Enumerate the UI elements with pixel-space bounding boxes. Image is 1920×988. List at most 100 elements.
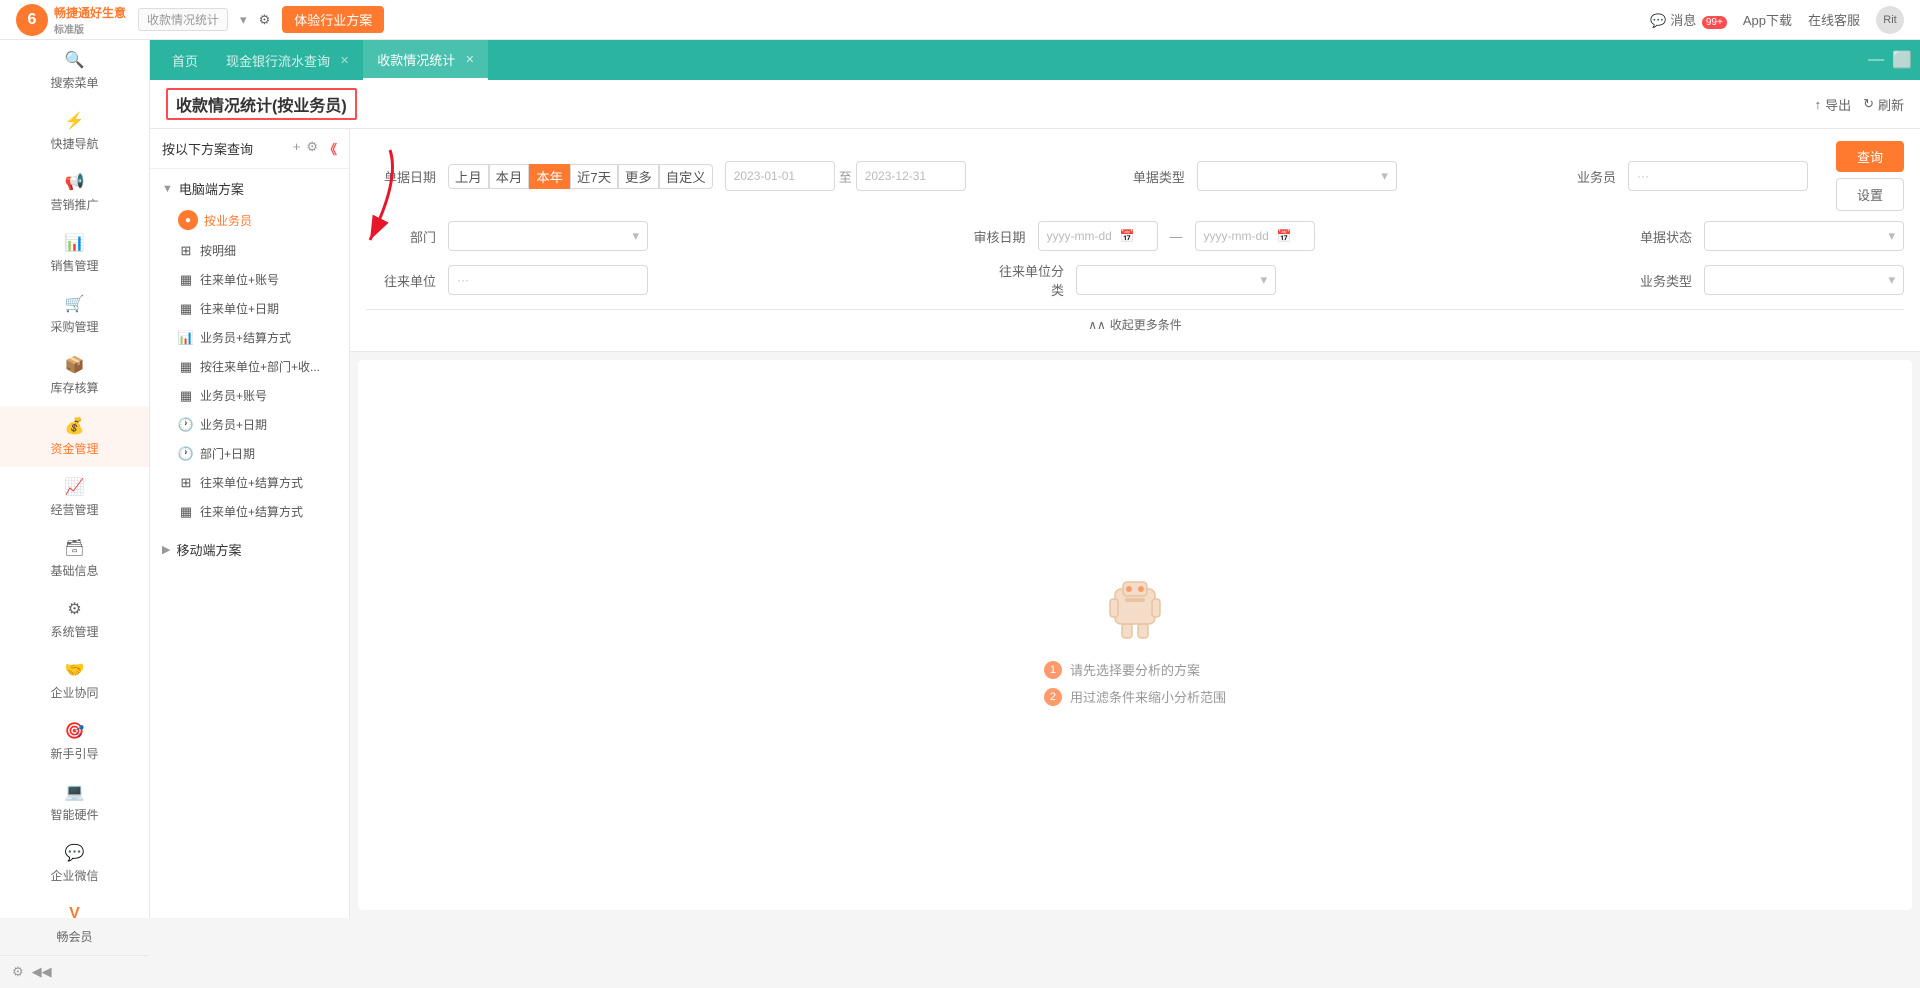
refresh-label: 刷新 [1878, 95, 1904, 114]
scheme-item-salesperson-settlement[interactable]: 📊 业务员+结算方式 [150, 323, 349, 352]
sidebar-label-enterprise: 企业协同 [50, 684, 98, 701]
sidebar-item-operations[interactable]: 📈 经营管理 [0, 467, 149, 528]
gear-icon[interactable]: ⚙ [259, 12, 271, 28]
btn-7days[interactable]: 近7天 [570, 164, 618, 189]
sidebar-item-enterprise[interactable]: 🤝 企业协同 [0, 650, 149, 711]
scheme-item-partner-settlement2[interactable]: ▦ 往来单位+结算方式 [150, 497, 349, 526]
scheme-item-dept-date[interactable]: 🕐 部门+日期 [150, 439, 349, 468]
sidebar-item-hardware[interactable]: 💻 智能硬件 [0, 772, 149, 833]
btn-this-month[interactable]: 本月 [489, 164, 530, 189]
scheme-group-desktop: ▼ 电脑端方案 ● 按业务员 ⊞ 按明细 ▦ 往来单位+账号 [150, 169, 349, 530]
trial-button[interactable]: 体验行业方案 [282, 6, 384, 33]
right-panel: 单据日期 上月 本月 本年 近7天 更多 自定义 2023-01-01 [350, 129, 1920, 918]
query-button[interactable]: 查询 [1836, 141, 1904, 172]
btn-custom[interactable]: 自定义 [659, 164, 713, 189]
empty-tips: 1 请先选择要分析的方案 2 用过滤条件来缩小分析范围 [1044, 660, 1226, 706]
partner-label: 往来单位 [366, 271, 436, 290]
date-from-input[interactable]: 2023-01-01 [725, 161, 835, 191]
btn-last-month[interactable]: 上月 [448, 164, 489, 189]
scheme-group-desktop-title[interactable]: ▼ 电脑端方案 [150, 173, 349, 204]
btn-this-year[interactable]: 本年 [529, 164, 570, 189]
scheme-item-salesperson-date[interactable]: 🕐 业务员+日期 [150, 410, 349, 439]
operations-icon: 📈 [65, 477, 85, 497]
date-to-input[interactable]: 2023-12-31 [856, 161, 966, 191]
app-version: 标准版 [54, 21, 126, 36]
table-icon-1: ▦ [178, 272, 194, 288]
page-title: 收款情况统计(按业务员) [166, 88, 357, 120]
hardware-icon: 💻 [65, 782, 85, 802]
sidebar-label-guide: 新手引导 [50, 745, 98, 762]
scheme-item-by-salesperson[interactable]: ● 按业务员 [150, 204, 349, 236]
scheme-item-partner-date[interactable]: ▦ 往来单位+日期 [150, 294, 349, 323]
tab-home[interactable]: 首页 [158, 40, 212, 80]
audit-date-from[interactable]: yyyy-mm-dd 📅 [1038, 221, 1158, 251]
table-icon-4: ▦ [178, 388, 194, 404]
collapse-panel-icon[interactable]: 《 [324, 139, 337, 158]
tab-bank[interactable]: 现金银行流水查询 ✕ [212, 40, 363, 80]
partner-select[interactable]: ··· [448, 265, 648, 295]
tab-collection-label: 收款情况统计 [377, 50, 455, 69]
business-type-select[interactable]: ▾ [1704, 265, 1904, 295]
scheme-group-mobile-title[interactable]: ▶ 移动端方案 [150, 534, 349, 565]
audit-date-to[interactable]: yyyy-mm-dd 📅 [1195, 221, 1315, 251]
calendar-icon-right: 📅 [1277, 229, 1292, 243]
scheme-label-salesperson-date: 业务员+日期 [200, 416, 267, 433]
table-icon-2: ▦ [178, 301, 194, 317]
sidebar-item-inventory[interactable]: 📦 库存核算 [0, 345, 149, 406]
sidebar-item-guide[interactable]: 🎯 新手引导 [0, 711, 149, 772]
scheme-item-salesperson-account[interactable]: ▦ 业务员+账号 [150, 381, 349, 410]
collapse-label: 收起更多条件 [1110, 316, 1182, 333]
dept-select[interactable]: ▾ [448, 221, 648, 251]
sidebar-item-finance[interactable]: 💰 资金管理 [0, 406, 149, 467]
app-download-link[interactable]: App下载 [1743, 10, 1792, 29]
main-layout: 🔍 搜索菜单 ⚡ 快捷导航 📢 营销推广 📊 销售管理 🛒 采购管理 📦 库存核… [0, 40, 1920, 918]
settings-bottom-icon[interactable]: ⚙ [12, 964, 24, 980]
sidebar-label-operations: 经营管理 [50, 501, 98, 518]
table-icon-5: ▦ [178, 504, 194, 520]
btn-more[interactable]: 更多 [618, 164, 659, 189]
sidebar-item-wechat[interactable]: 💬 企业微信 [0, 833, 149, 894]
collapse-filter-button[interactable]: ∧∧ 收起更多条件 [366, 309, 1904, 339]
scheme-item-partner-account[interactable]: ▦ 往来单位+账号 [150, 265, 349, 294]
settings-scheme-icon[interactable]: ⚙ [306, 139, 318, 158]
tab-collection-close[interactable]: ✕ [465, 53, 474, 66]
export-button[interactable]: ↑ 导出 [1815, 95, 1852, 114]
salesperson-label: 业务员 [1546, 167, 1616, 186]
collapse-sidebar-icon[interactable]: ◀◀ [32, 964, 52, 980]
voucher-type-label: 单据类型 [1115, 167, 1185, 186]
sidebar-item-quicknav[interactable]: ⚡ 快捷导航 [0, 101, 149, 162]
scheme-item-partner-dept[interactable]: ▦ 按往来单位+部门+收... [150, 352, 349, 381]
message-icon[interactable]: 💬 消息 99+ [1650, 10, 1726, 29]
sidebar-item-marketing[interactable]: 📢 营销推广 [0, 162, 149, 223]
minimize-icon[interactable]: — [1868, 51, 1884, 69]
refresh-button[interactable]: ↻ 刷新 [1863, 95, 1904, 114]
scheme-label-by-salesperson: 按业务员 [204, 212, 252, 229]
dropdown-icon[interactable]: ▾ [240, 12, 247, 28]
salesperson-select[interactable]: ··· [1628, 161, 1808, 191]
filter-panel-icons: + ⚙ 《 [293, 139, 337, 158]
add-scheme-icon[interactable]: + [293, 139, 301, 158]
partner-category-select[interactable]: ▾ [1076, 265, 1276, 295]
scheme-item-partner-settlement1[interactable]: ⊞ 往来单位+结算方式 [150, 468, 349, 497]
online-service-link[interactable]: 在线客服 [1808, 10, 1860, 29]
guide-icon: 🎯 [65, 721, 85, 741]
scheme-item-by-detail[interactable]: ⊞ 按明细 [150, 236, 349, 265]
settings-form-button[interactable]: 设置 [1836, 178, 1904, 211]
enterprise-icon: 🤝 [65, 660, 85, 680]
sidebar-item-system[interactable]: ⚙ 系统管理 [0, 589, 149, 650]
sidebar-item-search[interactable]: 🔍 搜索菜单 [0, 40, 149, 101]
sidebar-item-basic[interactable]: 🗃 基础信息 [0, 528, 149, 589]
export-label: 导出 [1825, 95, 1851, 114]
voucher-type-select[interactable]: ▾ [1197, 161, 1397, 191]
sidebar-item-sales[interactable]: 📊 销售管理 [0, 223, 149, 284]
date-label: 单据日期 [366, 167, 436, 186]
user-avatar[interactable]: Rit [1876, 6, 1904, 34]
sidebar-bottom: ⚙ ◀◀ [0, 955, 149, 988]
voucher-status-select[interactable]: ▾ [1704, 221, 1904, 251]
tab-collection[interactable]: 收款情况统计 ✕ [363, 40, 488, 80]
sidebar-item-member[interactable]: V 畅会员 [0, 894, 149, 955]
sidebar-item-purchase[interactable]: 🛒 采购管理 [0, 284, 149, 345]
filter-panel-header: 按以下方案查询 + ⚙ 《 [150, 129, 349, 169]
maximize-icon[interactable]: ⬜ [1892, 50, 1912, 70]
tab-bank-close[interactable]: ✕ [340, 54, 349, 67]
